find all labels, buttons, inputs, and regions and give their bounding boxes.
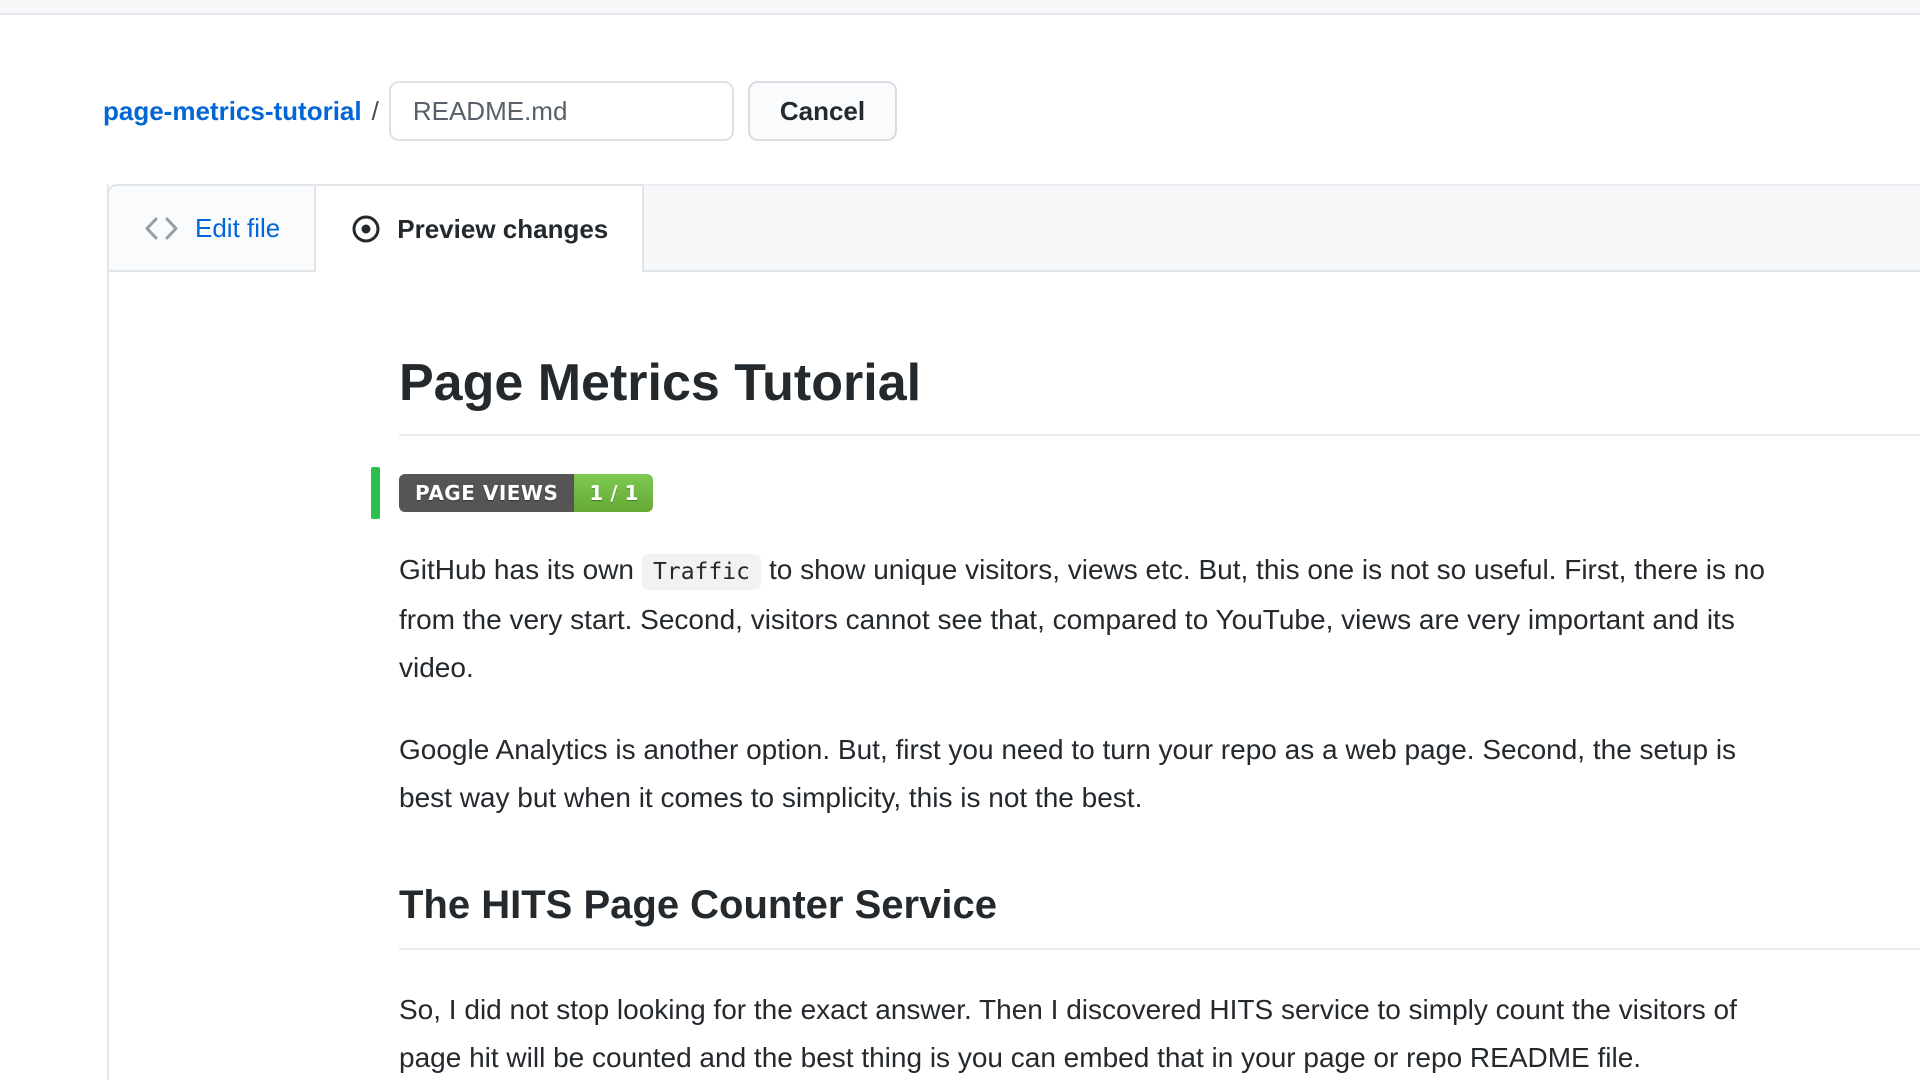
paragraph-line: page hit will be counted and the best th…	[399, 1034, 1920, 1080]
tab-preview-changes[interactable]: Preview changes	[316, 184, 644, 272]
paragraph-line: Google Analytics is another option. But,…	[399, 726, 1920, 774]
cancel-button[interactable]: Cancel	[748, 81, 897, 141]
file-editor-box: Edit file Preview changes Page Metrics T…	[107, 184, 1920, 1080]
paragraph-line: from the very start. Second, visitors ca…	[399, 596, 1920, 644]
diff-added-bar	[371, 467, 380, 519]
paragraph-2: Google Analytics is another option. But,…	[399, 726, 1920, 822]
paragraph-1: GitHub has its own Traffic to show unique …	[399, 546, 1920, 692]
tab-edit-file-label: Edit file	[195, 213, 280, 244]
badge-value: 1 / 1	[574, 474, 653, 512]
tabnav-filler	[644, 184, 1920, 272]
paragraph-text: GitHub has its own	[399, 554, 634, 585]
breadcrumb-repo-link[interactable]: page-metrics-tutorial	[103, 96, 362, 127]
code-icon	[143, 215, 180, 242]
eye-icon	[350, 213, 382, 245]
paragraph-text: to show unique visitors, views etc. But,…	[769, 554, 1765, 585]
file-header: page-metrics-tutorial / Cancel	[103, 81, 1920, 141]
tab-preview-changes-label: Preview changes	[397, 214, 608, 245]
markdown-preview: Page Metrics Tutorial PAGE VIEWS 1 / 1 G…	[399, 352, 1920, 1080]
preview-pane: Page Metrics Tutorial PAGE VIEWS 1 / 1 G…	[109, 272, 1920, 1080]
page-header-strip	[0, 0, 1920, 15]
section-heading: The HITS Page Counter Service	[399, 880, 1920, 950]
breadcrumb-separator: /	[372, 96, 379, 127]
badge-label: PAGE VIEWS	[399, 474, 574, 512]
inline-code-traffic: Traffic	[642, 554, 761, 590]
page-title: Page Metrics Tutorial	[399, 352, 1920, 436]
badge-row: PAGE VIEWS 1 / 1	[399, 474, 1920, 512]
paragraph-line: GitHub has its own Traffic to show unique …	[399, 546, 1920, 596]
filename-input[interactable]	[389, 81, 734, 141]
page-views-badge: PAGE VIEWS 1 / 1	[399, 474, 653, 512]
editor-tabnav: Edit file Preview changes	[109, 184, 1920, 272]
paragraph-line: best way but when it comes to simplicity…	[399, 774, 1920, 822]
paragraph-line: So, I did not stop looking for the exact…	[399, 986, 1920, 1034]
tab-edit-file[interactable]: Edit file	[107, 184, 316, 272]
paragraph-line: video.	[399, 644, 1920, 692]
paragraph-3: So, I did not stop looking for the exact…	[399, 986, 1920, 1080]
